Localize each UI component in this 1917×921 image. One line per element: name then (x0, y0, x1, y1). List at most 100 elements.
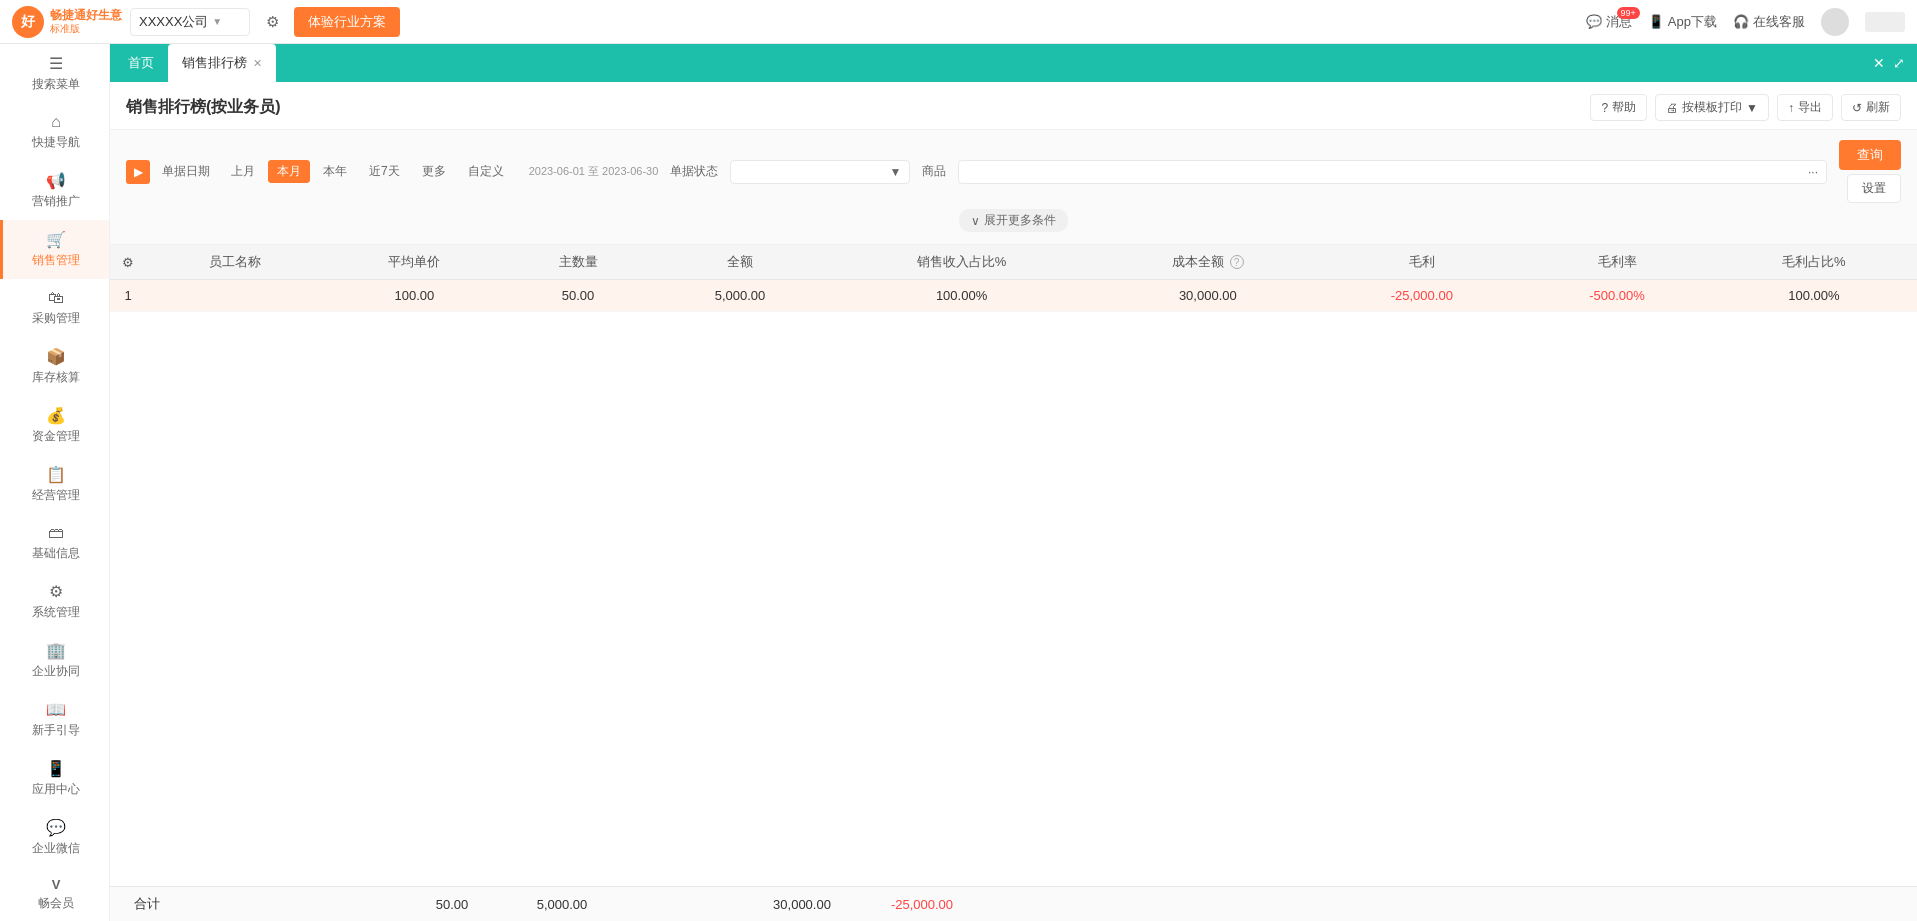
sidebar-item-basic-info[interactable]: 🗃 基础信息 (0, 514, 109, 572)
date-tab-custom[interactable]: 自定义 (459, 160, 513, 183)
query-button[interactable]: 查询 (1839, 140, 1901, 170)
template-print-button[interactable]: 🖨 按模板打印 ▼ (1655, 94, 1769, 121)
help-button[interactable]: ? 帮助 (1590, 94, 1647, 121)
footer-gross-profit: -25,000.00 (862, 897, 982, 912)
page-title: 销售排行榜(按业务员) (126, 97, 281, 118)
sidebar-item-enterprise-collab[interactable]: 🏢 企业协同 (0, 631, 109, 690)
headset-icon: 🎧 (1733, 14, 1749, 29)
tab-home[interactable]: 首页 (114, 44, 168, 82)
cell-amount: 5,000.00 (652, 280, 828, 312)
refresh-button[interactable]: ↺ 刷新 (1841, 94, 1901, 121)
tab-close-all-icon[interactable]: ✕ (1873, 55, 1885, 71)
sidebar-item-operations[interactable]: 📋 经营管理 (0, 455, 109, 514)
refresh-icon: ↺ (1852, 101, 1862, 115)
sidebar-label-purchase-mgmt: 采购管理 (32, 310, 80, 327)
sidebar-label-search-order: 搜索菜单 (32, 76, 80, 93)
sidebar-item-member[interactable]: V 畅会员 (0, 867, 109, 921)
sidebar-item-system[interactable]: ⚙ 系统管理 (0, 572, 109, 631)
sidebar-label-basic-info: 基础信息 (32, 545, 80, 562)
message-button[interactable]: 💬 消息 99+ (1586, 13, 1632, 31)
enterprise-wechat-icon: 💬 (46, 818, 66, 837)
message-icon: 💬 (1586, 14, 1602, 29)
sidebar-label-enterprise-wechat: 企业微信 (32, 840, 80, 857)
col-avg-price-header: 平均单价 (325, 245, 504, 280)
topbar-settings-button[interactable]: ⚙ (258, 8, 286, 36)
cell-sales-ratio: 100.00% (828, 280, 1095, 312)
template-print-chevron-icon: ▼ (1746, 101, 1758, 115)
filter-area: ▶ 单据日期 上月 本月 本年 近7天 (110, 130, 1917, 245)
tab-sales-ranking[interactable]: 销售排行榜 ✕ (168, 44, 276, 82)
table-row: 1 100.00 50.00 5,000.00 100.00% 30,000.0… (110, 280, 1917, 312)
tab-close-icon[interactable]: ✕ (253, 57, 262, 70)
date-tab-this-year[interactable]: 本年 (314, 160, 356, 183)
table-footer: 合计 50.00 5,000.00 30,000.00 -25,000.00 (110, 886, 1917, 921)
footer-main-qty: 50.00 (402, 897, 502, 912)
sidebar-item-guide[interactable]: 📖 新手引导 (0, 690, 109, 749)
cell-gross-profit: -25,000.00 (1320, 280, 1523, 312)
export-button[interactable]: ↑ 导出 (1777, 94, 1833, 121)
sidebar-item-marketing[interactable]: 📢 营销推广 (0, 161, 109, 220)
cell-avg-price: 100.00 (325, 280, 504, 312)
mobile-icon: 📱 (1648, 14, 1664, 29)
sidebar-item-search-order[interactable]: ☰ 搜索菜单 (0, 44, 109, 103)
col-name-header: 员工名称 (146, 245, 325, 280)
sidebar-label-system: 系统管理 (32, 604, 80, 621)
col-main-qty-header: 主数量 (504, 245, 652, 280)
expand-chevron-icon: ∨ (971, 214, 980, 228)
date-tabs: 上月 本月 本年 近7天 更多 (222, 160, 513, 183)
operations-icon: 📋 (46, 465, 66, 484)
system-icon: ⚙ (49, 582, 63, 601)
top-bar: 好 畅捷通好生意 标准版 XXXXX公司 ▼ ⚙ 体验行业方案 💬 消息 99+… (0, 0, 1917, 44)
table-container: ⚙ 员工名称 平均单价 主数量 (110, 245, 1917, 886)
goods-select[interactable]: ··· (958, 160, 1827, 184)
sidebar-label-quick-nav: 快捷导航 (32, 134, 80, 151)
basic-info-icon: 🗃 (48, 524, 64, 542)
filter-collapse-button[interactable]: ▶ (126, 160, 150, 184)
trial-button[interactable]: 体验行业方案 (294, 7, 400, 37)
filter-row-1: ▶ 单据日期 上月 本月 本年 近7天 (126, 140, 1901, 203)
col-gross-margin-header: 毛利率 (1523, 245, 1711, 280)
user-avatar[interactable] (1821, 8, 1849, 36)
tab-expand-icon[interactable]: ⤢ (1893, 55, 1905, 71)
logo-sub: 标准版 (50, 23, 122, 35)
tab-sales-ranking-label: 销售排行榜 (182, 54, 247, 72)
sidebar-item-inventory[interactable]: 📦 库存核算 (0, 337, 109, 396)
sidebar-item-sales-mgmt[interactable]: 🛒 销售管理 (0, 220, 109, 279)
col-gross-profit-header: 毛利 (1320, 245, 1523, 280)
date-tab-prev-month[interactable]: 上月 (222, 160, 264, 183)
expand-conditions-button[interactable]: ∨ 展开更多条件 (959, 209, 1068, 232)
date-tab-this-month[interactable]: 本月 (268, 160, 310, 183)
footer-cost: 30,000.00 (742, 897, 862, 912)
sidebar-item-quick-nav[interactable]: ⌂ 快捷导航 (0, 103, 109, 161)
sidebar-item-enterprise-wechat[interactable]: 💬 企业微信 (0, 808, 109, 867)
sidebar-label-inventory: 库存核算 (32, 369, 80, 386)
sidebar-label-sales-mgmt: 销售管理 (32, 252, 80, 269)
tab-bar: 首页 销售排行榜 ✕ ✕ ⤢ (110, 44, 1917, 82)
page-content: 销售排行榜(按业务员) ? 帮助 🖨 按模板打印 ▼ ↑ 导出 (110, 82, 1917, 921)
purchase-icon: 🛍 (48, 289, 64, 307)
status-chevron-icon: ▼ (889, 165, 901, 179)
company-chevron-icon: ▼ (212, 16, 222, 27)
tab-bar-right: ✕ ⤢ (1873, 55, 1913, 71)
cost-help-icon[interactable]: ? (1230, 255, 1244, 269)
logo-title: 畅捷通好生意 (50, 8, 122, 22)
company-name: XXXXX公司 (139, 13, 208, 31)
sidebar-item-purchase-mgmt[interactable]: 🛍 采购管理 (0, 279, 109, 337)
status-select[interactable]: ▼ (730, 160, 910, 184)
company-selector[interactable]: XXXXX公司 ▼ (130, 8, 250, 36)
date-tab-last-7days[interactable]: 近7天 (360, 160, 409, 183)
col-settings[interactable]: ⚙ (110, 245, 146, 280)
logo-icon: 好 (12, 6, 44, 38)
date-tab-more[interactable]: 更多 (413, 160, 455, 183)
app-download-button[interactable]: 📱 App下载 (1648, 13, 1717, 31)
online-service-button[interactable]: 🎧 在线客服 (1733, 13, 1805, 31)
col-gross-ratio-header: 毛利占比% (1711, 245, 1917, 280)
goods-more-icon: ··· (1808, 165, 1818, 179)
guide-icon: 📖 (46, 700, 66, 719)
content-area: 首页 销售排行榜 ✕ ✕ ⤢ 销售排行榜(按业务员) ? 帮助 (110, 44, 1917, 921)
refresh-label: 刷新 (1866, 99, 1890, 116)
sidebar-label-operations: 经营管理 (32, 487, 80, 504)
sidebar-item-app-center[interactable]: 📱 应用中心 (0, 749, 109, 808)
sidebar-item-finance[interactable]: 💰 资金管理 (0, 396, 109, 455)
setting-button[interactable]: 设置 (1847, 174, 1901, 203)
